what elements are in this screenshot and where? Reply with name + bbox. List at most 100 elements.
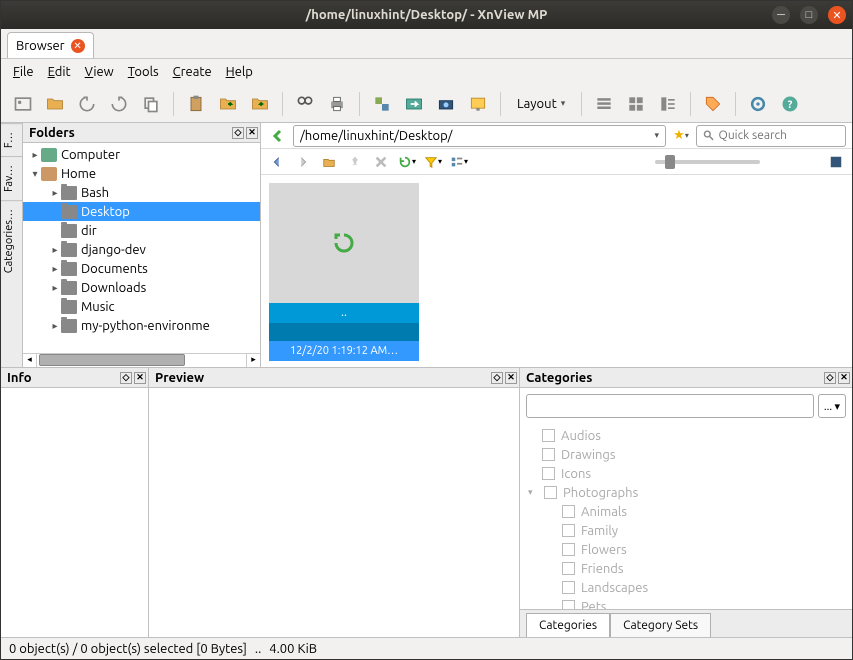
panel-undock-icon[interactable]: ◇ (824, 372, 836, 384)
category-checkbox[interactable] (562, 562, 575, 575)
clipboard-icon[interactable] (182, 90, 210, 118)
refresh-forward-icon[interactable] (105, 90, 133, 118)
tree-row[interactable]: ▸Computer (23, 145, 260, 164)
tree-row[interactable]: dir (23, 221, 260, 240)
panel-undock-icon[interactable]: ◇ (491, 372, 503, 384)
tree-toggle-icon[interactable]: ▸ (49, 263, 61, 275)
vtab-favorites[interactable]: Fav… (1, 156, 22, 200)
view-grid-icon[interactable] (622, 90, 650, 118)
menu-create[interactable]: Create (167, 62, 218, 82)
tab-category-sets[interactable]: Category Sets (610, 613, 711, 637)
tab-categories[interactable]: Categories (526, 613, 610, 637)
category-row[interactable]: Landscapes (528, 578, 844, 597)
tree-row[interactable]: ▸django-dev (23, 240, 260, 259)
category-row[interactable]: Flowers (528, 540, 844, 559)
settings-icon[interactable] (744, 90, 772, 118)
menu-edit[interactable]: Edit (42, 62, 77, 82)
categories-tree[interactable]: AudiosDrawingsIcons▾PhotographsAnimalsFa… (520, 424, 852, 609)
nav-back-icon[interactable] (267, 125, 289, 147)
favorite-star-icon[interactable]: ★▾ (670, 125, 692, 147)
maximize-button[interactable]: □ (800, 6, 818, 24)
tab-browser[interactable]: Browser ✕ (7, 32, 94, 58)
tree-toggle-icon[interactable]: ▸ (49, 282, 61, 294)
tree-row[interactable]: ▸Downloads (23, 278, 260, 297)
tree-row[interactable]: Music (23, 297, 260, 316)
category-checkbox[interactable] (562, 581, 575, 594)
tree-row[interactable]: Desktop (23, 202, 260, 221)
copy-icon[interactable] (137, 90, 165, 118)
tree-row[interactable]: ▸Bash (23, 183, 260, 202)
address-input[interactable] (300, 129, 654, 143)
panel-undock-icon[interactable]: ◇ (120, 372, 132, 384)
find-icon[interactable] (291, 90, 319, 118)
tab-close-icon[interactable]: ✕ (71, 39, 85, 53)
vtab-categories[interactable]: Categories… (1, 200, 22, 281)
folder-up-icon[interactable] (319, 152, 339, 172)
vtab-folders[interactable]: F… (1, 123, 22, 156)
category-row[interactable]: Friends (528, 559, 844, 578)
capture-icon[interactable] (432, 90, 460, 118)
image-icon[interactable] (9, 90, 37, 118)
category-checkbox[interactable] (562, 505, 575, 518)
pin-icon[interactable] (345, 152, 365, 172)
tree-hscrollbar[interactable]: ◂ ▸ (23, 353, 260, 367)
category-row[interactable]: Icons (528, 464, 844, 483)
chevron-down-icon[interactable]: ▾ (528, 487, 538, 498)
panel-close-icon[interactable]: ✕ (505, 372, 517, 384)
category-row[interactable]: Drawings (528, 445, 844, 464)
help-icon[interactable]: ? (776, 90, 804, 118)
thumbnail-grid[interactable]: .. 12/2/20 1:19:12 AM… (261, 175, 852, 367)
batch-icon[interactable] (368, 90, 396, 118)
category-checkbox[interactable] (562, 524, 575, 537)
filter-icon[interactable]: ▾ (423, 152, 443, 172)
address-bar[interactable]: ▾ (293, 125, 666, 147)
quick-search-box[interactable] (696, 125, 846, 147)
category-checkbox[interactable] (562, 543, 575, 556)
category-row[interactable]: ▾Photographs (528, 483, 844, 502)
delete-icon[interactable] (371, 152, 391, 172)
folder-import-icon[interactable] (246, 90, 274, 118)
category-row[interactable]: Animals (528, 502, 844, 521)
menu-help[interactable]: Help (220, 62, 259, 82)
folder-tree[interactable]: ▸Computer▾Home▸BashDesktopdir▸django-dev… (23, 143, 260, 353)
menu-tools[interactable]: Tools (122, 62, 165, 82)
layout-dropdown[interactable]: Layout (509, 93, 573, 115)
folder-open-icon[interactable] (41, 90, 69, 118)
menu-view[interactable]: View (79, 62, 120, 82)
refresh-back-icon[interactable] (73, 90, 101, 118)
category-row[interactable]: Pets (528, 597, 844, 609)
view-list-icon[interactable] (590, 90, 618, 118)
convert-icon[interactable] (400, 90, 428, 118)
tree-row[interactable]: ▸Documents (23, 259, 260, 278)
category-checkbox[interactable] (544, 486, 557, 499)
tree-toggle-icon[interactable]: ▸ (29, 149, 41, 161)
panel-close-icon[interactable]: ✕ (246, 127, 258, 139)
tree-toggle-icon[interactable]: ▸ (49, 244, 61, 256)
thumbnail-size-slider[interactable] (475, 160, 820, 164)
thumbnail-parent-dir[interactable]: .. 12/2/20 1:19:12 AM… (269, 183, 419, 361)
history-forward-icon[interactable] (293, 152, 313, 172)
history-back-icon[interactable] (267, 152, 287, 172)
category-checkbox[interactable] (542, 467, 555, 480)
tree-row[interactable]: ▾Home (23, 164, 260, 183)
folder-export-icon[interactable] (214, 90, 242, 118)
minimize-button[interactable]: ─ (772, 6, 790, 24)
panel-close-icon[interactable]: ✕ (134, 372, 146, 384)
tree-toggle-icon[interactable]: ▾ (29, 168, 41, 180)
tag-icon[interactable] (699, 90, 727, 118)
tree-toggle-icon[interactable]: ▸ (49, 187, 61, 199)
quick-search-input[interactable] (719, 129, 839, 142)
print-icon[interactable] (323, 90, 351, 118)
close-button[interactable]: ✕ (828, 6, 846, 24)
category-checkbox[interactable] (562, 600, 575, 609)
panel-close-icon[interactable]: ✕ (838, 372, 850, 384)
view-detail-icon[interactable] (654, 90, 682, 118)
categories-filter-input[interactable] (526, 394, 814, 418)
category-row[interactable]: Family (528, 521, 844, 540)
category-checkbox[interactable] (542, 448, 555, 461)
menu-file[interactable]: File (7, 62, 40, 82)
slideshow-icon[interactable] (464, 90, 492, 118)
reload-icon[interactable]: ▾ (397, 152, 417, 172)
category-checkbox[interactable] (542, 429, 555, 442)
tree-row[interactable]: ▸my-python-environme (23, 316, 260, 335)
